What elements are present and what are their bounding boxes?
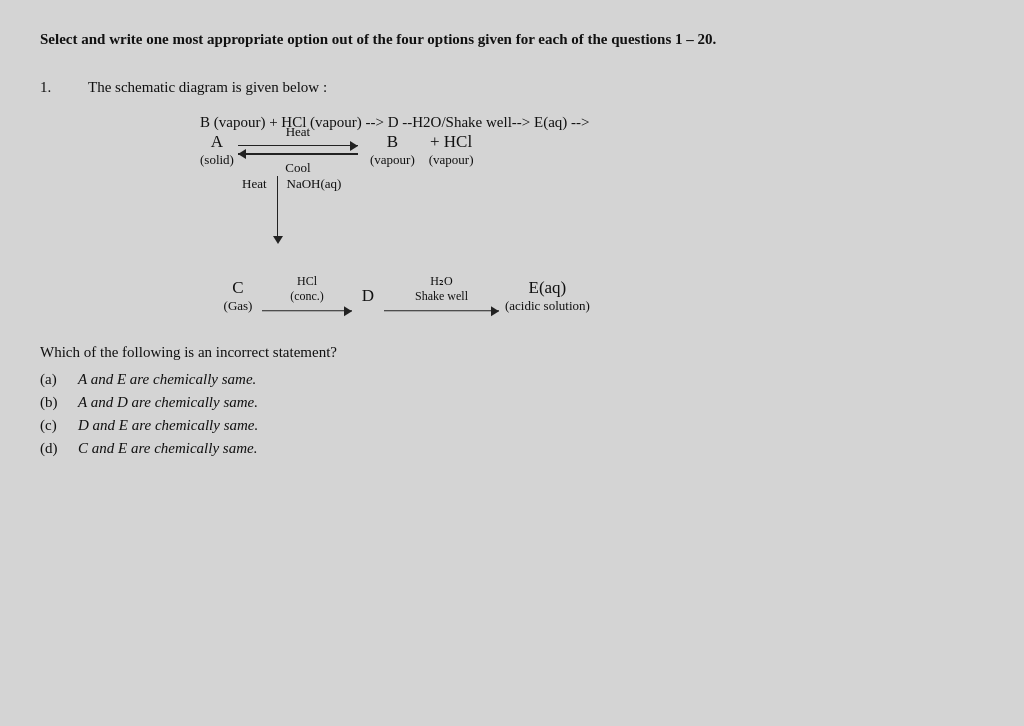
vert-arrowhead	[273, 236, 283, 244]
arrow-h2o: H₂O Shake well	[384, 274, 499, 318]
plus-hcl-top: + HCl	[430, 132, 472, 152]
option-a-text: A and E are chemically same.	[78, 371, 256, 388]
hcl-arrow-line	[262, 304, 352, 318]
question-header: 1. The schematic diagram is given below …	[40, 79, 984, 96]
heat-side-label: Heat	[242, 176, 267, 192]
node-c-sub: (Gas)	[224, 298, 253, 314]
hcl-top-sub: (vapour)	[429, 152, 474, 168]
option-c-label: (c)	[40, 417, 68, 434]
mcq-options: (a) A and E are chemically same. (b) A a…	[40, 371, 984, 457]
question-text: The schematic diagram is given below :	[88, 79, 327, 96]
h2o-arrow-line	[384, 304, 499, 318]
vertical-section: Heat NaOH(aq)	[242, 176, 341, 244]
hcl-conc: HCl	[297, 274, 317, 288]
option-b-label: (b)	[40, 394, 68, 411]
question-block: 1. The schematic diagram is given below …	[40, 79, 984, 457]
h2o-label: H₂O	[430, 274, 452, 289]
arrow-bottom-line	[238, 153, 358, 155]
hcl-conc-label: HCl	[297, 274, 317, 289]
page: Select and write one most appropriate op…	[0, 0, 1024, 726]
node-e-letter: E(aq)	[529, 278, 567, 298]
arrow-hcl-conc: HCl (conc.)	[262, 274, 352, 318]
plus-hcl-vapour: + HCl (vapour)	[429, 132, 474, 168]
node-a-letter: A	[211, 132, 223, 152]
option-d[interactable]: (d) C and E are chemically same.	[40, 440, 984, 457]
double-arrow	[238, 141, 358, 159]
diagram: B (vapour) + HCl (vapour) --> A (solid) …	[200, 114, 800, 324]
arrow-heat-cool: Heat Cool	[238, 124, 358, 176]
node-b: B (vapour)	[370, 132, 415, 168]
hcl-top: HCl	[444, 132, 472, 151]
hcl-conc-sub: (conc.)	[290, 289, 324, 304]
hcl-single-line	[262, 310, 352, 312]
option-c-text: D and E are chemically same.	[78, 417, 258, 434]
mcq-question-text: Which of the following is an incorrect s…	[40, 344, 984, 361]
option-d-text: C and E are chemically same.	[78, 440, 257, 457]
node-c: C (Gas)	[220, 278, 256, 314]
bottom-row: C (Gas) HCl (conc.) D	[220, 274, 820, 318]
node-e: E(aq) (acidic solution)	[505, 278, 590, 314]
node-d: D	[358, 286, 378, 306]
heat-label: Heat	[286, 124, 311, 140]
node-b-sub: (vapour)	[370, 152, 415, 168]
plus-sign: +	[430, 132, 440, 151]
mcq-block: Which of the following is an incorrect s…	[40, 344, 984, 457]
option-b[interactable]: (b) A and D are chemically same.	[40, 394, 984, 411]
option-b-text: A and D are chemically same.	[78, 394, 258, 411]
node-a: A (solid)	[200, 132, 234, 168]
option-a-label: (a)	[40, 371, 68, 388]
shake-label: Shake well	[415, 289, 468, 304]
node-a-sub: (solid)	[200, 152, 234, 168]
top-row: A (solid) Heat Cool B (vapour)	[200, 124, 800, 176]
naoh-label: NaOH(aq)	[287, 176, 342, 192]
option-d-label: (d)	[40, 440, 68, 457]
node-c-letter: C	[232, 278, 243, 298]
cool-label: Cool	[285, 160, 310, 176]
h2o-single-line	[384, 310, 499, 312]
option-c[interactable]: (c) D and E are chemically same.	[40, 417, 984, 434]
heat-naoh-row: Heat NaOH(aq)	[242, 176, 341, 244]
option-a[interactable]: (a) A and E are chemically same.	[40, 371, 984, 388]
vertical-arrow	[273, 176, 283, 244]
node-e-sub: (acidic solution)	[505, 298, 590, 314]
node-b-letter: B	[387, 132, 398, 152]
arrow-top-line	[238, 145, 358, 147]
vert-line	[277, 176, 279, 236]
instruction-text: Select and write one most appropriate op…	[40, 28, 984, 51]
question-number: 1.	[40, 79, 64, 96]
